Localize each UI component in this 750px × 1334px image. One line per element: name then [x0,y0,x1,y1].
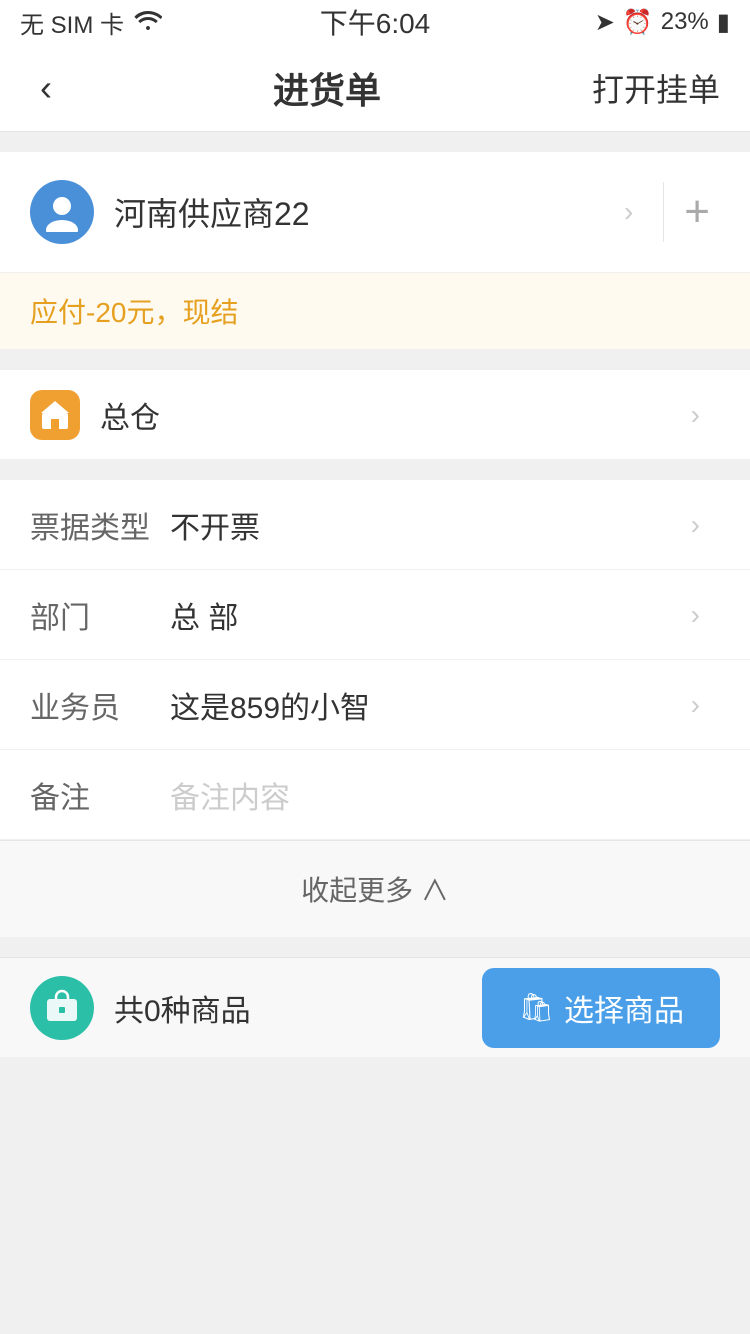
bottom-bar: 共0种商品 🛍 选择商品 [0,957,750,1057]
section-gap-2 [0,350,750,370]
department-row[interactable]: 部门 总 部 › [0,570,750,660]
warehouse-icon [30,390,80,440]
battery-text: 23% [661,8,709,36]
invoice-chevron-icon: › [691,509,700,541]
salesman-row[interactable]: 业务员 这是859的小智 › [0,660,750,750]
location-icon: ➤ [595,8,615,37]
warehouse-chevron-icon: › [691,399,700,431]
remark-label: 备注 [30,773,170,817]
page-title: 进货单 [273,62,381,114]
remark-input[interactable]: 备注内容 [170,773,720,817]
section-gap-3 [0,460,750,480]
product-icon [30,976,94,1040]
department-value: 总 部 [170,593,691,637]
nav-bar: ‹ 进货单 打开挂单 [0,44,750,132]
supplier-name: 河南供应商22 [114,189,624,235]
add-supplier-button[interactable]: + [674,187,720,237]
status-right: ➤ ⏰ 23% ▮ [595,8,730,37]
department-label: 部门 [30,593,170,637]
supplier-chevron-icon: › [624,196,633,228]
status-left: 无 SIM 卡 [20,5,162,40]
remark-row[interactable]: 备注 备注内容 [0,750,750,840]
warehouse-name: 总仓 [100,393,691,437]
warehouse-row[interactable]: 总仓 › [0,370,750,460]
vertical-divider [663,182,664,242]
invoice-label: 票据类型 [30,503,170,547]
invoice-value: 不开票 [170,503,691,547]
salesman-chevron-icon: › [691,689,700,721]
back-button[interactable]: ‹ [30,57,62,119]
product-count-text: 共0种商品 [114,986,482,1030]
collapse-button[interactable]: 收起更多 ∧ [0,840,750,937]
select-product-icon: 🛍 [518,991,554,1024]
status-time: 下午6:04 [320,2,431,42]
department-chevron-icon: › [691,599,700,631]
section-gap-4 [0,937,750,957]
salesman-value: 这是859的小智 [170,683,691,727]
wifi-icon [134,8,162,37]
select-product-button[interactable]: 🛍 选择商品 [482,968,720,1048]
open-pending-button[interactable]: 打开挂单 [592,65,720,111]
supplier-avatar [30,180,94,244]
alarm-icon: ⏰ [623,8,653,37]
battery-icon: ▮ [717,8,730,37]
supplier-row[interactable]: 河南供应商22 › [30,152,653,272]
salesman-label: 业务员 [30,683,170,727]
status-bar: 无 SIM 卡 下午6:04 ➤ ⏰ 23% ▮ [0,0,750,44]
carrier-text: 无 SIM 卡 [20,5,124,40]
notice-bar: 应付-20元，现结 [0,273,750,350]
section-gap-1 [0,132,750,152]
select-product-label: 选择商品 [564,986,684,1030]
supplier-section[interactable]: 河南供应商22 › + [0,152,750,273]
invoice-row[interactable]: 票据类型 不开票 › [0,480,750,570]
